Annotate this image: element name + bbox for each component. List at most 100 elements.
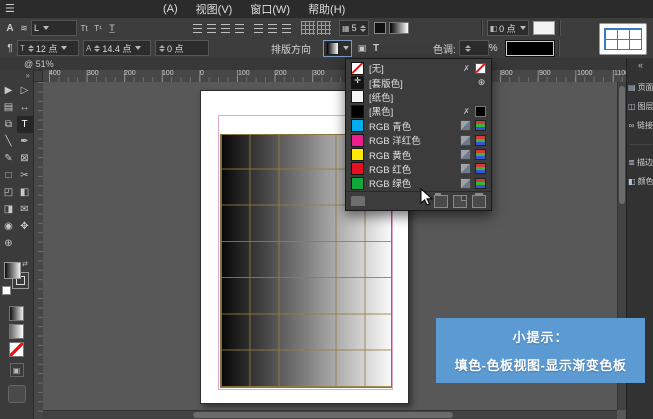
swatch-flags xyxy=(462,62,486,74)
underline-icon[interactable] xyxy=(105,21,119,35)
stepper-icon[interactable] xyxy=(94,44,101,52)
new-swatch-icon[interactable] xyxy=(453,194,467,208)
line-tool[interactable]: ╲ xyxy=(1,133,17,150)
character-formatting-icon[interactable] xyxy=(3,21,17,35)
tint-field[interactable] xyxy=(458,40,489,56)
fill-stroke-widget xyxy=(0,260,33,302)
tip-overlay: 小提示： 填色-色板视图-显示渐变色板 xyxy=(436,318,645,383)
dock-tab-stroke[interactable]: ≣ 描边 xyxy=(627,144,653,172)
swatch-paper[interactable]: [纸色] xyxy=(346,90,491,104)
leading-field[interactable]: A 14.4 点 xyxy=(83,40,151,56)
font-size-field[interactable]: T 12 点 xyxy=(17,40,79,56)
menu-item[interactable]: (A) xyxy=(163,3,178,15)
justify-center-button[interactable] xyxy=(266,21,279,35)
screen-mode-button[interactable] xyxy=(7,385,26,403)
justify-left-button[interactable] xyxy=(252,21,265,35)
dock-tab-layers[interactable]: ◫ 图层 xyxy=(627,97,653,116)
stepper-icon[interactable] xyxy=(27,44,34,52)
style-dropdown[interactable]: L xyxy=(31,20,77,36)
superscript-icon[interactable] xyxy=(91,21,105,35)
swatch-registration[interactable]: [套版色] xyxy=(346,75,491,90)
swatch-none[interactable]: [无] xyxy=(346,61,491,75)
note-tool[interactable]: ✉ xyxy=(17,201,33,218)
tracking-field[interactable]: 0 点 xyxy=(155,40,209,56)
zoom-level[interactable]: @ 51% xyxy=(24,59,54,69)
hand-tool[interactable]: ✥ xyxy=(17,218,33,235)
mini-color-swatch[interactable] xyxy=(373,22,386,34)
apply-gradient-button[interactable] xyxy=(9,324,24,339)
fill-color-indicator[interactable] xyxy=(504,39,555,57)
pencil-tool[interactable]: ✎ xyxy=(1,150,17,167)
scrollbar-thumb[interactable] xyxy=(619,86,625,204)
dock-tab-pages[interactable]: ▤ 页面 xyxy=(627,78,653,97)
eyedropper-tool[interactable]: ◉ xyxy=(1,218,17,235)
scrollbar-thumb[interactable] xyxy=(193,412,453,418)
gradient-swatch-tool[interactable]: ◧ xyxy=(17,184,33,201)
page-grid-icon[interactable] xyxy=(599,23,647,55)
dock-tab-links[interactable]: ∞ 链接 xyxy=(627,116,653,135)
swatch-color-chip xyxy=(351,90,364,104)
menu-item[interactable]: 帮助(H) xyxy=(308,1,345,17)
formatting-affects-text-icon[interactable] xyxy=(369,41,383,55)
swatch-rgb-magenta[interactable]: RGB 洋红色 xyxy=(346,133,491,147)
stepper-icon[interactable] xyxy=(359,24,366,32)
selection-tool[interactable]: ▶ xyxy=(1,82,17,99)
columns-field[interactable]: ▦ 5 xyxy=(339,20,369,36)
new-color-group-icon[interactable] xyxy=(434,192,448,208)
swatch-label: [无] xyxy=(369,64,384,76)
rectangle-frame-tool[interactable]: ⊠ xyxy=(17,150,33,167)
ruler-corner[interactable] xyxy=(33,70,43,82)
swatch-rgb-green[interactable]: RGB 绿色 xyxy=(346,176,491,190)
gradient-feather-tool[interactable]: ◨ xyxy=(1,201,17,218)
menu-item[interactable]: 视图(V) xyxy=(196,1,233,17)
swap-colors-icon[interactable] xyxy=(22,260,28,268)
swatch-rgb-cyan[interactable]: RGB 青色 xyxy=(346,119,491,133)
apply-color-button[interactable] xyxy=(9,306,24,321)
align-center-button[interactable] xyxy=(205,21,218,35)
scissors-tool[interactable]: ✂ xyxy=(17,167,33,184)
default-colors-icon[interactable] xyxy=(2,286,11,295)
stroke-weight-field[interactable]: ◧ 0 点 xyxy=(486,20,529,36)
normal-view-button[interactable]: ▣ xyxy=(9,363,24,377)
gap-tool[interactable]: ↔ xyxy=(17,99,33,116)
stepper-icon[interactable] xyxy=(159,44,165,52)
mini-gradient-swatch[interactable] xyxy=(388,22,409,34)
content-collector-tool[interactable]: ⧉ xyxy=(1,116,17,133)
apply-none-button[interactable] xyxy=(9,342,24,357)
delete-swatch-icon[interactable] xyxy=(472,192,486,208)
frame-grid-icon[interactable] xyxy=(317,21,331,35)
fill-swatch-dropdown[interactable] xyxy=(323,39,352,57)
pen-tool[interactable]: ✒ xyxy=(17,133,33,150)
justify-all-button[interactable] xyxy=(280,21,293,35)
swatch-views-icon[interactable] xyxy=(351,196,365,206)
horizontal-scrollbar[interactable] xyxy=(43,410,617,419)
swatch-rgb-yellow[interactable]: RGB 黄色 xyxy=(346,147,491,162)
fill-color-box[interactable] xyxy=(4,262,21,279)
page-tool[interactable]: ▤ xyxy=(1,99,17,116)
align-right-button[interactable] xyxy=(219,21,232,35)
collapse-dock-icon[interactable]: « xyxy=(627,58,653,70)
align-left-button[interactable] xyxy=(191,21,204,35)
free-transform-tool[interactable]: ◰ xyxy=(1,184,17,201)
menu-item[interactable]: 窗口(W) xyxy=(250,1,290,17)
type-tool[interactable]: T xyxy=(16,116,33,133)
chevron-down-icon xyxy=(43,26,50,30)
align-justify-button[interactable] xyxy=(233,21,246,35)
hamburger-menu-icon[interactable]: ☰ xyxy=(5,2,15,15)
kerning-icon[interactable] xyxy=(17,21,31,35)
change-case-icon[interactable] xyxy=(77,21,91,35)
zoom-tool[interactable]: ⊕ xyxy=(1,235,17,252)
rectangle-tool[interactable]: □ xyxy=(1,167,17,184)
dock-tab-color[interactable]: ◧ 颜色 xyxy=(627,172,653,191)
white-swatch-box[interactable] xyxy=(532,21,555,35)
paragraph-formatting-icon[interactable] xyxy=(3,41,17,55)
grid-view-icon[interactable] xyxy=(301,21,315,35)
swatch-black[interactable]: [黑色] xyxy=(346,104,491,118)
direct-selection-tool[interactable]: ▷ xyxy=(17,82,33,99)
stepper-icon[interactable] xyxy=(464,44,471,52)
direction-label: 排版方向 xyxy=(271,44,311,56)
chevron-down-icon xyxy=(519,26,526,30)
toolbar-expander-icon[interactable]: » xyxy=(0,70,33,82)
formatting-affects-frame-icon[interactable] xyxy=(355,41,369,55)
swatch-rgb-red[interactable]: RGB 红色 xyxy=(346,162,491,176)
